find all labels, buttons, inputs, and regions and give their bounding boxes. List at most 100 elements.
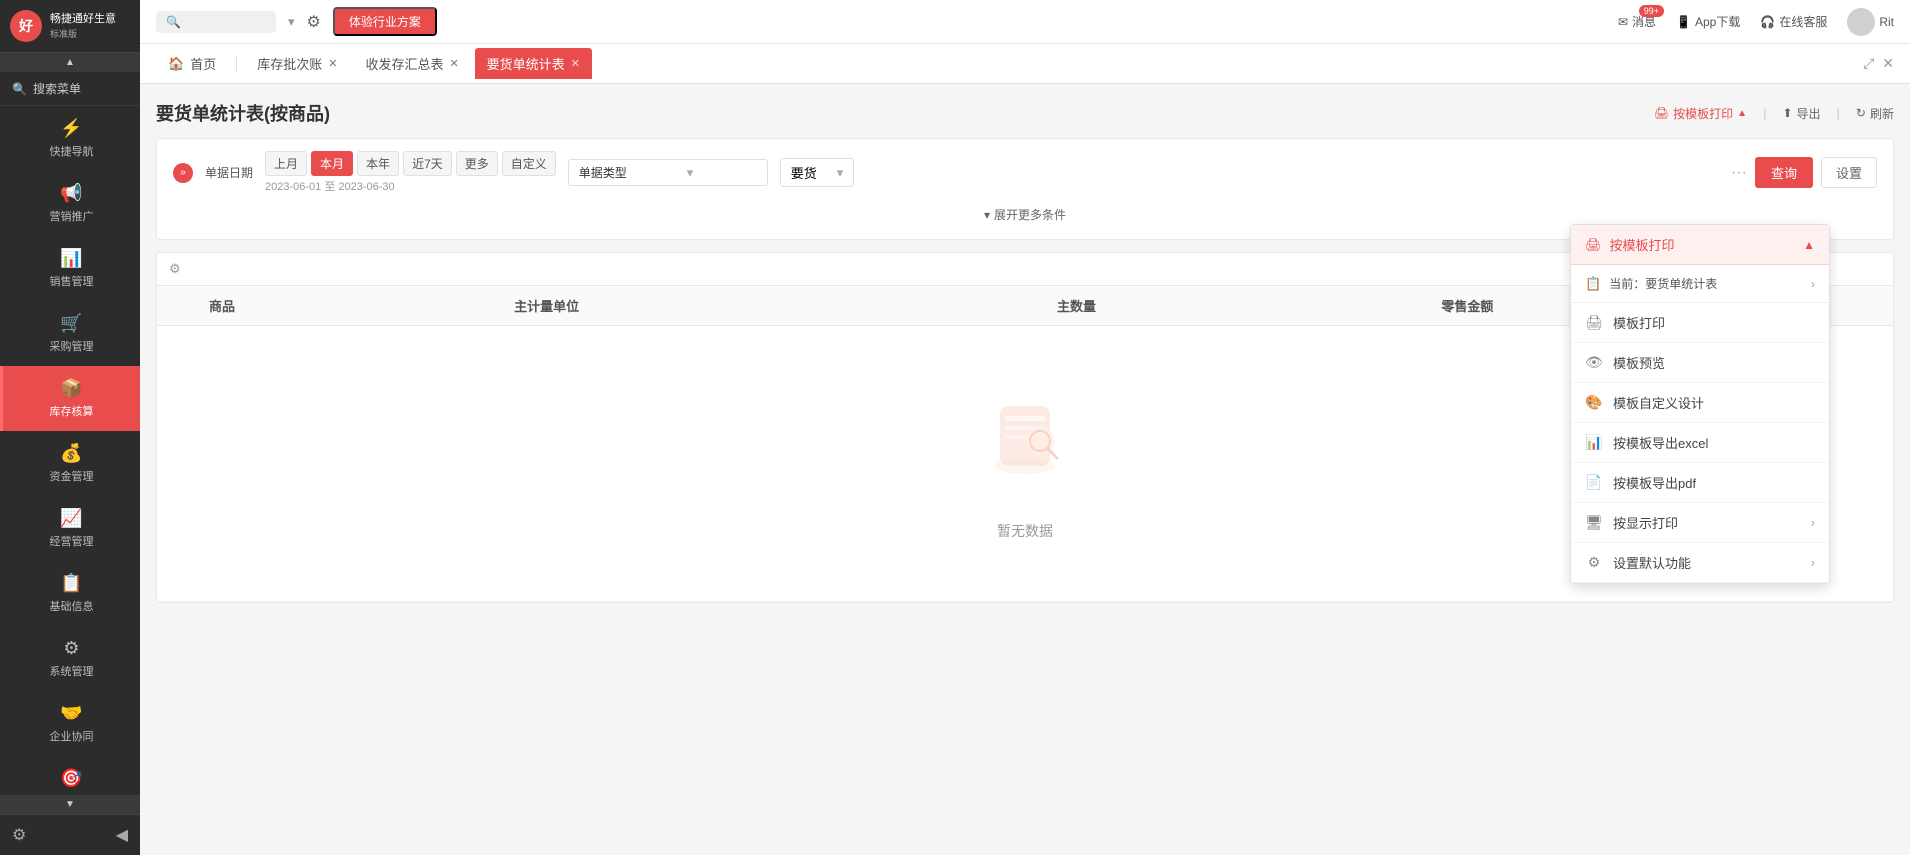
yaohuodan-filter[interactable]: 要货 ▾ [780, 158, 855, 187]
type-filter-select[interactable]: 单据类型 ▾ [568, 159, 768, 186]
template-design-icon: 🎨 [1585, 394, 1603, 411]
table-settings-icon[interactable]: ⚙ [169, 261, 181, 277]
sidebar-item-system[interactable]: ⚙ 系统管理 [0, 626, 140, 691]
print-dropdown-icon: 🖨 [1585, 237, 1602, 253]
date-buttons: 上月 本月 本年 近7天 更多 自定义 [265, 151, 556, 176]
page-title: 要货单统计表(按商品) [156, 100, 330, 126]
customer-service-button[interactable]: 🎧 在线客服 [1760, 13, 1827, 30]
display-print-icon: 🖥 [1585, 514, 1603, 531]
refresh-icon: ↻ [1856, 106, 1866, 120]
guide-icon: 🎯 [60, 768, 82, 789]
date-btn-more[interactable]: 更多 [456, 151, 498, 176]
query-buttons: ··· 查询 设置 [1731, 157, 1877, 188]
sidebar-item-purchase[interactable]: 🛒 采购管理 [0, 301, 140, 366]
tab-batch-account[interactable]: 库存批次账 ✕ [245, 48, 349, 79]
customer-service-label: 在线客服 [1779, 13, 1827, 30]
sidebar-item-label: 基础信息 [50, 598, 94, 614]
sidebar-item-cooperation[interactable]: 🤝 企业协同 [0, 691, 140, 756]
print-action[interactable]: 🖨 按模板打印 ▲ [1654, 105, 1747, 122]
dropdown-header[interactable]: 🖨 按模板打印 ▲ [1571, 225, 1829, 265]
sidebar-item-operation[interactable]: 📈 经营管理 [0, 496, 140, 561]
user-avatar[interactable]: Rit [1847, 8, 1894, 36]
sidebar-scroll-down[interactable]: ▼ [0, 795, 140, 814]
action-divider-1: | [1763, 106, 1766, 121]
sidebar-item-marketing[interactable]: 📢 营销推广 [0, 171, 140, 236]
messages-button[interactable]: ✉ 消息 99+ [1618, 13, 1656, 30]
settings-icon[interactable]: ⚙ [12, 825, 26, 845]
sidebar-item-label: 采购管理 [50, 338, 94, 354]
sidebar-bottom: ⚙ ◀ [0, 814, 140, 855]
sidebar-item-inventory[interactable]: 📦 库存核算 [0, 366, 140, 431]
dropdown-item-export-pdf[interactable]: 📄 按模板导出pdf [1571, 463, 1829, 503]
page-header: 要货单统计表(按商品) 🖨 按模板打印 ▲ | ⬆ 导出 | ↻ 刷新 [156, 100, 1894, 126]
search-bar[interactable]: 🔍 [156, 11, 276, 33]
tab-order-stats[interactable]: 要货单统计表 ✕ [475, 48, 592, 79]
topbar-dropdown-arrow[interactable]: ▾ [288, 14, 295, 30]
filter-expand-arrow[interactable]: » [173, 163, 193, 183]
tab-order-stats-close[interactable]: ✕ [571, 57, 580, 70]
dropdown-current-item[interactable]: 📋 当前：要货单统计表 › [1571, 265, 1829, 303]
sidebar-nav: ⚡ 快捷导航 📢 营销推广 📊 销售管理 🛒 采购管理 📦 库存核算 💰 资金管… [0, 106, 140, 795]
collapse-icon[interactable]: ◀ [116, 825, 128, 845]
sidebar-item-guide[interactable]: 🎯 新手引导 [0, 756, 140, 795]
tab-order-stats-label: 要货单统计表 [487, 54, 565, 73]
empty-illustration [975, 386, 1075, 505]
date-btn-this-month[interactable]: 本月 [311, 151, 353, 176]
template-print-label: 模板打印 [1613, 313, 1665, 332]
template-preview-label: 模板预览 [1613, 353, 1665, 372]
expand-button[interactable]: ▾ 展开更多条件 [972, 202, 1078, 227]
tab-home[interactable]: 🏠 首页 [156, 48, 228, 79]
marketing-icon: 📢 [60, 183, 82, 204]
home-icon: 🏠 [168, 56, 184, 72]
sidebar-search[interactable]: 🔍 搜索菜单 [0, 72, 140, 106]
export-pdf-icon: 📄 [1585, 474, 1603, 491]
sidebar-item-label: 快捷导航 [50, 143, 94, 159]
message-icon: ✉ [1618, 15, 1628, 29]
app-download-button[interactable]: 📱 App下载 [1676, 13, 1740, 30]
date-btn-this-year[interactable]: 本年 [357, 151, 399, 176]
empty-text: 暂无数据 [997, 521, 1053, 541]
cooperation-icon: 🤝 [60, 703, 82, 724]
window-maximize-icon[interactable]: ⤢ [1863, 55, 1874, 72]
date-btn-custom[interactable]: 自定义 [502, 151, 556, 176]
dropdown-item-template-design[interactable]: 🎨 模板自定义设计 [1571, 383, 1829, 423]
sidebar-item-quick-nav[interactable]: ⚡ 快捷导航 [0, 106, 140, 171]
dropdown-sub-set-default[interactable]: ⚙ 设置默认功能 › [1571, 543, 1829, 583]
topbar-actions: ✉ 消息 99+ 📱 App下载 🎧 在线客服 Rit [1618, 8, 1894, 36]
settings-button[interactable]: 设置 [1821, 157, 1877, 188]
filter-row: » 单据日期 上月 本月 本年 近7天 更多 自定义 2023-06-01 至 … [173, 151, 1877, 194]
more-options-icon[interactable]: ··· [1731, 164, 1747, 182]
tab-home-label: 首页 [190, 54, 216, 73]
tab-separator [236, 55, 237, 73]
query-button[interactable]: 查询 [1755, 157, 1813, 188]
export-action[interactable]: ⬆ 导出 [1782, 105, 1820, 122]
sidebar-item-finance[interactable]: 💰 资金管理 [0, 431, 140, 496]
date-filter-label: 单据日期 [205, 164, 253, 181]
expand-chevron-icon: ▾ [984, 208, 990, 222]
sidebar-scroll-up[interactable]: ▲ [0, 53, 140, 72]
purchase-icon: 🛒 [60, 313, 82, 334]
refresh-action[interactable]: ↻ 刷新 [1856, 105, 1894, 122]
print-arrow-icon[interactable]: ▲ [1737, 108, 1747, 119]
dropdown-current-icon: 📋 [1585, 276, 1601, 292]
dropdown-sub-display-print[interactable]: 🖥 按显示打印 › [1571, 503, 1829, 543]
date-btn-last-7-days[interactable]: 近7天 [403, 151, 452, 176]
date-btn-last-month[interactable]: 上月 [265, 151, 307, 176]
page-content: 要货单统计表(按商品) 🖨 按模板打印 ▲ | ⬆ 导出 | ↻ 刷新 [140, 84, 1910, 855]
sidebar-item-basic[interactable]: 📋 基础信息 [0, 561, 140, 626]
print-dropdown: 🖨 按模板打印 ▲ 📋 当前：要货单统计表 › 🖨 模板打印 👁 模板 [1570, 224, 1830, 584]
tab-receipt-summary-close[interactable]: ✕ [449, 57, 458, 70]
action-divider-2: | [1837, 106, 1840, 121]
download-icon: 📱 [1676, 15, 1691, 29]
tab-batch-account-close[interactable]: ✕ [328, 57, 337, 70]
dropdown-item-template-print[interactable]: 🖨 模板打印 [1571, 303, 1829, 343]
dropdown-item-export-excel[interactable]: 📊 按模板导出excel [1571, 423, 1829, 463]
dropdown-up-arrow-icon[interactable]: ▲ [1803, 238, 1815, 252]
inventory-icon: 📦 [60, 378, 82, 399]
promo-button[interactable]: 体验行业方案 [333, 7, 437, 36]
window-close-icon[interactable]: ✕ [1882, 55, 1894, 72]
tab-receipt-summary[interactable]: 收发存汇总表 ✕ [353, 48, 470, 79]
sidebar-item-sales[interactable]: 📊 销售管理 [0, 236, 140, 301]
dropdown-item-template-preview[interactable]: 👁 模板预览 [1571, 343, 1829, 383]
topbar-gear-icon[interactable]: ⚙ [307, 12, 321, 32]
